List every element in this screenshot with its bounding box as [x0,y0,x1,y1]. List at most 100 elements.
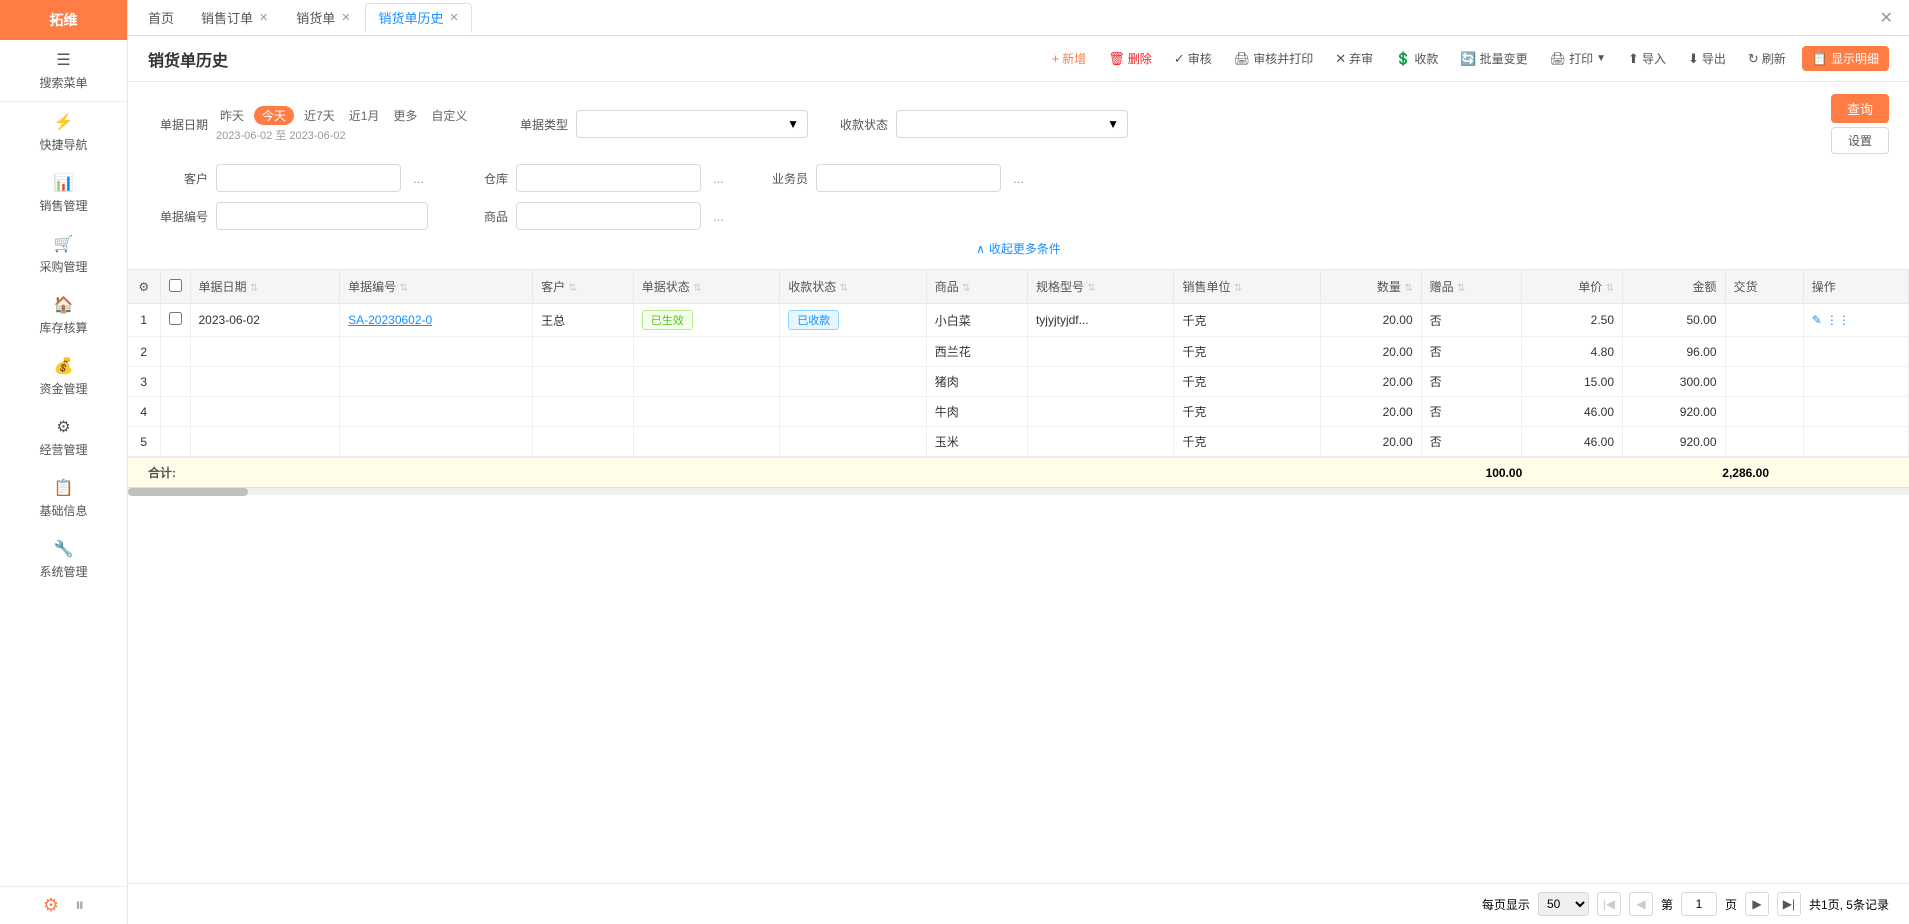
more-icon[interactable]: ⋮⋮ [1826,313,1850,327]
select-all-checkbox[interactable] [169,279,182,292]
system-icon: 🔧 [54,539,74,559]
last-page-button[interactable]: ▶| [1777,892,1801,916]
goods-input[interactable] [516,202,701,230]
salesperson-dots[interactable]: ... [1009,171,1028,186]
customer-dots[interactable]: ... [409,171,428,186]
row-docno[interactable] [340,397,533,427]
row-amount: 920.00 [1623,397,1726,427]
goods-label: 商品 [448,208,508,225]
tab-close-sales-history[interactable]: ✕ [450,11,459,24]
horizontal-scrollbar[interactable] [128,487,1909,495]
warehouse-dots[interactable]: ... [709,171,728,186]
date-tab-1month[interactable]: 近1月 [345,106,384,125]
scrollbar-thumb[interactable] [128,488,248,496]
row-spec [1027,367,1174,397]
row-date: 2023-06-02 [190,304,340,337]
abandon-button[interactable]: ✕ 弃审 [1329,47,1379,70]
col-goods[interactable]: 商品 ⇅ [926,270,1027,304]
data-table: ⚙ 单据日期 ⇅ 单据编号 ⇅ 客户 ⇅ 单据状态 ⇅ 收款状态 ⇅ 商品 ⇅ … [128,270,1909,457]
query-button[interactable]: 查询 [1831,94,1889,123]
row-checkbox[interactable] [160,304,190,337]
date-tab-yesterday[interactable]: 昨天 [216,106,248,125]
sidebar-item-inventory[interactable]: 🏠 库存核算 [0,285,127,346]
date-tab-more[interactable]: 更多 [389,106,421,125]
gear-icon[interactable]: ⚙ [43,895,59,916]
tab-close-sales-order[interactable]: ✕ [259,11,268,24]
row-docno[interactable] [340,367,533,397]
col-date[interactable]: 单据日期 ⇅ [190,270,340,304]
payment-select[interactable]: ▼ [896,110,1128,138]
salesperson-input[interactable] [816,164,1001,192]
refresh-button[interactable]: ↻ 刷新 [1742,47,1792,70]
date-tab-today[interactable]: 今天 [254,106,294,125]
close-all-tabs[interactable]: ✕ [1872,8,1901,28]
collapse-button[interactable]: ∧ 收起更多条件 [148,240,1889,257]
col-payment-status[interactable]: 收款状态 ⇅ [780,270,927,304]
inventory-icon: 🏠 [54,295,74,315]
row-checkbox[interactable] [160,427,190,457]
setting-button[interactable]: 设置 [1831,127,1889,154]
col-spec[interactable]: 规格型号 ⇅ [1027,270,1174,304]
table-row: 2西兰花千克20.00否4.8096.00 [128,337,1909,367]
col-gift[interactable]: 赠品 ⇅ [1421,270,1522,304]
batch-change-button[interactable]: 🔄 批量变更 [1454,47,1533,70]
col-customer[interactable]: 客户 ⇅ [533,270,634,304]
row-docno[interactable] [340,337,533,367]
row-qty: 20.00 [1320,367,1421,397]
row-docno[interactable]: SA-20230602-0 [340,304,533,337]
col-qty[interactable]: 数量 ⇅ [1320,270,1421,304]
next-page-button[interactable]: ▶ [1745,892,1769,916]
col-docno[interactable]: 单据编号 ⇅ [340,270,533,304]
print-button[interactable]: 🖨 打印 ▼ [1544,47,1612,70]
tab-close-sales-delivery[interactable]: ✕ [341,11,350,24]
audit-button[interactable]: ✓ 审核 [1168,47,1218,70]
audit-print-icon: 🖨 [1234,51,1251,67]
tab-sales-history[interactable]: 销货单历史 ✕ [365,3,471,33]
goods-dots[interactable]: ... [709,209,728,224]
pause-icon[interactable]: ⏸ [75,895,84,916]
audit-print-button[interactable]: 🖨 审核并打印 [1228,47,1320,70]
sidebar-item-operation-mgmt[interactable]: ⚙ 经营管理 [0,407,127,468]
sidebar-item-basic-info[interactable]: 📋 基础信息 [0,468,127,529]
first-page-button[interactable]: |◀ [1597,892,1621,916]
col-settings[interactable]: ⚙ [128,270,160,304]
col-unit[interactable]: 销售单位 ⇅ [1174,270,1321,304]
docno-input[interactable] [216,202,428,230]
page-input[interactable] [1681,892,1717,916]
sidebar-item-finance-mgmt[interactable]: 💰 资金管理 [0,346,127,407]
sidebar-item-purchase-mgmt[interactable]: 🛒 采购管理 [0,224,127,285]
row-delivery [1725,304,1803,337]
purchase-icon: 🛒 [54,234,74,254]
col-doc-status[interactable]: 单据状态 ⇅ [633,270,780,304]
date-tab-custom[interactable]: 自定义 [427,106,471,125]
sidebar-item-system-mgmt[interactable]: 🔧 系统管理 [0,529,127,590]
tab-sales-order[interactable]: 销售订单 ✕ [188,3,281,33]
row-checkbox[interactable] [160,397,190,427]
col-amount: 金额 [1623,270,1726,304]
collect-button[interactable]: 💲 收款 [1389,47,1444,70]
delete-button[interactable]: 🗑 删除 [1102,47,1158,70]
type-select[interactable]: ▼ [576,110,808,138]
row-checkbox[interactable] [160,367,190,397]
sidebar: 拓维 ☰ 搜索菜单 ⚡ 快捷导航 📊 销售管理 🛒 采购管理 🏠 库存核算 💰 … [0,0,128,924]
sidebar-item-quick-nav[interactable]: ⚡ 快捷导航 [0,102,127,163]
add-button[interactable]: + 新增 [1046,47,1093,70]
col-price[interactable]: 单价 ⇅ [1522,270,1623,304]
filter-customer: 客户 ... [148,164,428,192]
per-page-select[interactable]: 50 20 100 [1538,892,1589,916]
export-button[interactable]: ⬇ 导出 [1682,47,1732,70]
prev-page-button[interactable]: ◀ [1629,892,1653,916]
tab-home[interactable]: 首页 [136,3,186,33]
sidebar-item-sales-mgmt[interactable]: 📊 销售管理 [0,163,127,224]
row-checkbox[interactable] [160,337,190,367]
col-action: 操作 [1803,270,1908,304]
row-docno[interactable] [340,427,533,457]
import-button[interactable]: ⬆ 导入 [1622,47,1672,70]
tab-sales-delivery[interactable]: 销货单 ✕ [283,3,363,33]
edit-icon[interactable]: ✎ [1812,313,1822,327]
date-tab-7days[interactable]: 近7天 [300,106,339,125]
warehouse-input[interactable] [516,164,701,192]
show-detail-button[interactable]: 📋 显示明细 [1802,46,1889,71]
customer-input[interactable] [216,164,401,192]
sidebar-item-search-menu[interactable]: ☰ 搜索菜单 [0,40,127,102]
